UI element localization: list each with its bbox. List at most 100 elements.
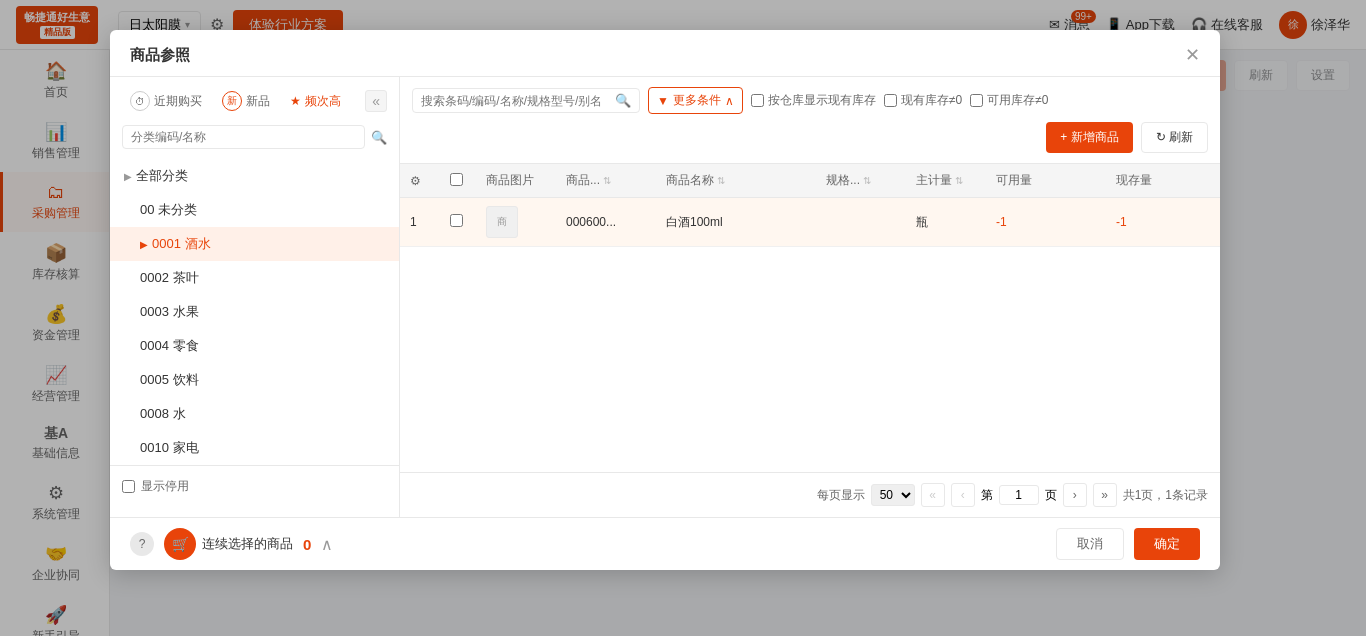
row-checkbox-cell	[440, 198, 476, 247]
settings-col-icon[interactable]: ⚙	[410, 174, 430, 188]
first-page-btn[interactable]: «	[921, 483, 945, 507]
warehouse-display-label: 按仓库显示现有库存	[768, 92, 876, 109]
clock-icon: ⏱	[130, 91, 150, 111]
star-icon: ★	[290, 94, 301, 108]
col-unit-label: 主计量	[916, 173, 952, 187]
row-index: 1	[400, 198, 440, 247]
category-panel: ⏱ 近期购买 新 新品 ★ 频次高 « 🔍	[110, 77, 400, 517]
high-frequency-label: 频次高	[305, 93, 341, 110]
category-item-water[interactable]: 0008 水	[110, 397, 399, 431]
category-search-icon[interactable]: 🔍	[371, 130, 387, 145]
page-size-label: 每页显示	[817, 487, 865, 504]
col-stock: 现存量	[1106, 164, 1220, 198]
filter-btn[interactable]: ▼ 更多条件 ∧	[648, 87, 743, 114]
show-disabled-label: 显示停用	[141, 478, 189, 495]
expand-icon: ▶	[124, 171, 132, 182]
show-disabled-checkbox[interactable]	[122, 480, 135, 493]
stock-nonzero-label: 现有库存≠0	[901, 92, 962, 109]
collapse-cart-icon[interactable]: ∧	[321, 535, 333, 554]
recent-purchases-label: 近期购买	[154, 93, 202, 110]
filter-label: 更多条件	[673, 92, 721, 109]
filter-arrow-icon: ∧	[725, 94, 734, 108]
category-item-liquor[interactable]: ▶ 0001 酒水	[110, 227, 399, 261]
cart-icon[interactable]: 🛒	[164, 528, 196, 560]
warehouse-display-checkbox[interactable]	[751, 94, 764, 107]
new-products-tab[interactable]: 新 新品	[214, 87, 278, 115]
page-size-select[interactable]: 50	[871, 484, 915, 506]
recent-purchases-tab[interactable]: ⏱ 近期购买	[122, 87, 210, 115]
sort-unit-icon[interactable]: ⇅	[955, 175, 963, 186]
stock-nonzero-checkbox[interactable]	[884, 94, 897, 107]
col-spec: 规格... ⇅	[816, 164, 906, 198]
category-search-input[interactable]	[122, 125, 365, 149]
available-nonzero-checkbox[interactable]	[970, 94, 983, 107]
col-name-label: 商品名称	[666, 173, 714, 187]
row-stock-cell: -1	[1106, 198, 1220, 247]
row-image-cell: 商	[476, 198, 556, 247]
help-icon-btn[interactable]: ?	[130, 532, 154, 556]
category-item-beverage[interactable]: 0005 饮料	[110, 363, 399, 397]
last-page-btn[interactable]: »	[1093, 483, 1117, 507]
product-image: 商	[486, 206, 518, 238]
product-reference-modal: 商品参照 ✕ ⏱ 近期购买 新 新品 ★ 频次高	[110, 30, 1220, 570]
category-item-tea[interactable]: 0002 茶叶	[110, 261, 399, 295]
row-select-checkbox[interactable]	[450, 214, 463, 227]
modal-close-icon[interactable]: ✕	[1185, 44, 1200, 66]
col-available-label: 可用量	[996, 173, 1032, 187]
category-item-snacks[interactable]: 0004 零食	[110, 329, 399, 363]
col-spec-label: 规格...	[826, 173, 860, 187]
new-icon: 新	[222, 91, 242, 111]
prev-page-btn[interactable]: ‹	[951, 483, 975, 507]
category-item-all[interactable]: ▶ 全部分类	[110, 159, 399, 193]
col-index: ⚙	[400, 164, 440, 198]
expand-icon-liquor: ▶	[140, 239, 148, 250]
category-water-label: 0008 水	[140, 405, 186, 423]
category-snacks-label: 0004 零食	[140, 337, 199, 355]
high-frequency-tab[interactable]: ★ 频次高	[282, 89, 349, 114]
select-all-checkbox[interactable]	[450, 173, 463, 186]
page-number-label: 第	[981, 487, 993, 504]
row-code-cell: 000600...	[556, 198, 656, 247]
row-spec-cell	[816, 198, 906, 247]
add-product-btn[interactable]: + 新增商品	[1046, 122, 1132, 153]
category-fruit-label: 0003 水果	[140, 303, 199, 321]
category-tea-label: 0002 茶叶	[140, 269, 199, 287]
category-all-label: 全部分类	[136, 167, 188, 185]
product-search-bar: 🔍	[412, 88, 640, 113]
cart-text: 连续选择的商品	[202, 535, 293, 553]
search-icon[interactable]: 🔍	[615, 93, 631, 108]
next-page-btn[interactable]: ›	[1063, 483, 1087, 507]
page-number-input[interactable]	[999, 485, 1039, 505]
col-code-label: 商品...	[566, 173, 600, 187]
col-image: 商品图片	[476, 164, 556, 198]
available-nonzero-label: 可用库存≠0	[987, 92, 1048, 109]
cancel-btn[interactable]: 取消	[1056, 528, 1124, 560]
row-name-cell: 白酒100ml	[656, 198, 816, 247]
category-item-unclassified[interactable]: 00 未分类	[110, 193, 399, 227]
category-item-appliance[interactable]: 0010 家电	[110, 431, 399, 465]
category-liquor-label: 0001 酒水	[152, 235, 211, 253]
category-list: ▶ 全部分类 00 未分类 ▶ 0001 酒水 0002 茶叶 0003 水果	[110, 159, 399, 465]
collapse-panel-btn[interactable]: «	[365, 90, 387, 112]
table-row[interactable]: 1 商 000600... 白酒100ml 瓶	[400, 198, 1220, 247]
filter-icon: ▼	[657, 94, 669, 108]
sort-name-icon[interactable]: ⇅	[717, 175, 725, 186]
row-unit-cell: 瓶	[906, 198, 986, 247]
sort-code-icon[interactable]: ⇅	[603, 175, 611, 186]
confirm-btn[interactable]: 确定	[1134, 528, 1200, 560]
category-item-fruit[interactable]: 0003 水果	[110, 295, 399, 329]
category-unclassified-label: 00 未分类	[140, 201, 197, 219]
page-total-label: 共1页，1条记录	[1123, 487, 1208, 504]
col-available: 可用量	[986, 164, 1106, 198]
modal-title: 商品参照	[130, 46, 190, 65]
col-name: 商品名称 ⇅	[656, 164, 816, 198]
product-search-input[interactable]	[421, 94, 611, 108]
cart-count: 0	[303, 536, 311, 553]
col-code: 商品... ⇅	[556, 164, 656, 198]
col-checkbox	[440, 164, 476, 198]
product-table: ⚙ 商品图片 商品... ⇅	[400, 164, 1220, 472]
sort-spec-icon[interactable]: ⇅	[863, 175, 871, 186]
col-unit: 主计量 ⇅	[906, 164, 986, 198]
refresh-btn[interactable]: ↻ 刷新	[1141, 122, 1208, 153]
col-stock-label: 现存量	[1116, 173, 1152, 187]
